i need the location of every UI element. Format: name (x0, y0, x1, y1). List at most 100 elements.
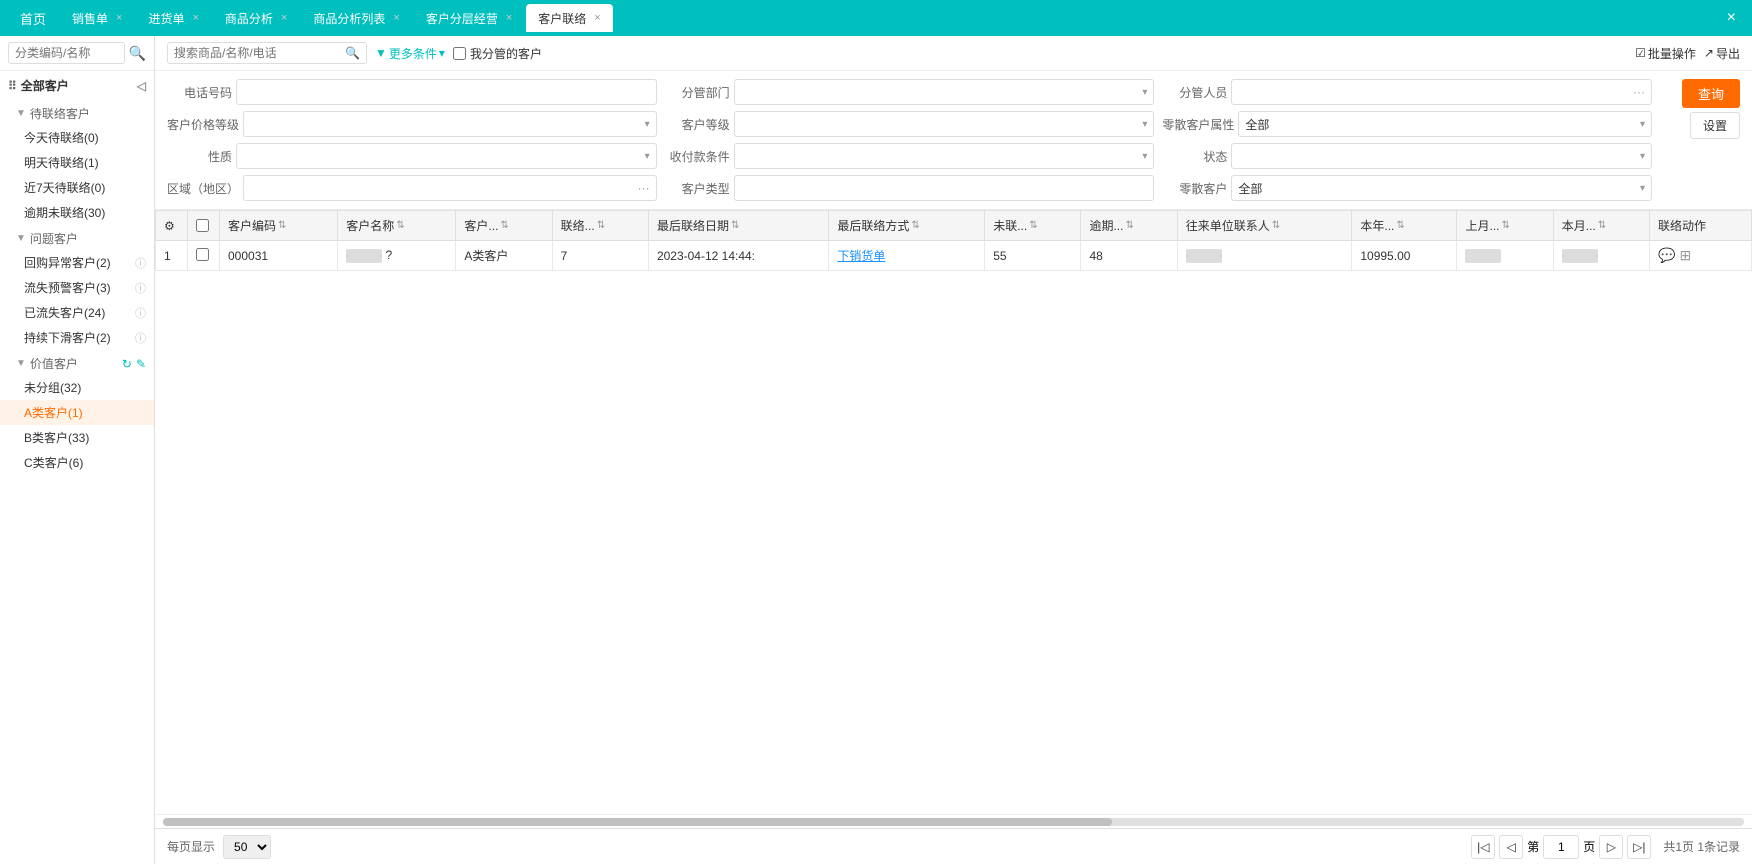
search-icon[interactable]: 🔍 (129, 45, 146, 62)
sort-icon: ⇅ (1272, 220, 1280, 231)
sort-icon: ⇅ (500, 220, 508, 231)
filter-icon: ▼ (375, 46, 387, 60)
person-label: 分管人员 (1162, 84, 1227, 101)
sidebar-item-today[interactable]: 今天待联络(0) (0, 125, 154, 150)
filter-region: 区域（地区） ··· (167, 175, 657, 201)
my-customers-checkbox[interactable]: 我分管的客户 (453, 45, 542, 62)
sidebar-search-input[interactable] (8, 42, 125, 64)
page-number-input[interactable] (1543, 835, 1579, 859)
dept-select[interactable]: ▾ (734, 79, 1155, 105)
collapse-icon[interactable]: ◁ (137, 79, 146, 93)
dept-label: 分管部门 (665, 84, 730, 101)
close-icon[interactable]: × (506, 12, 512, 24)
sidebar-item-lost[interactable]: 已流失客户(24) ⓘ (0, 300, 154, 325)
refresh-icon[interactable]: ↻ (122, 357, 132, 371)
nav-tab-purchase[interactable]: 进货单 × (136, 4, 210, 32)
all-customers-header[interactable]: ⠿ 全部客户 ◁ (0, 71, 154, 100)
row-no-days: 55 (985, 241, 1081, 271)
pending-contact-group[interactable]: ▼ 待联络客户 (0, 100, 154, 125)
scrollbar-track[interactable] (163, 818, 1744, 826)
person-input[interactable]: ··· (1231, 79, 1652, 105)
nav-tab-sales[interactable]: 销售单 × (60, 4, 134, 32)
customer-table: ⚙ 客户编码 ⇅ 客户名称 (155, 210, 1752, 271)
close-all-button[interactable]: × (1719, 9, 1744, 27)
payment-select[interactable]: ▾ (734, 143, 1155, 169)
table-header-row: ⚙ 客户编码 ⇅ 客户名称 (156, 211, 1752, 241)
checkbox-col-header[interactable] (188, 211, 220, 241)
close-icon[interactable]: × (192, 12, 198, 24)
my-customers-check[interactable] (453, 47, 466, 60)
filter-nature: 性质 ▾ (167, 143, 657, 169)
filter-person: 分管人员 ··· (1162, 79, 1652, 105)
info-icon: ⓘ (135, 255, 146, 271)
close-icon[interactable]: × (116, 12, 122, 24)
export-button[interactable]: ↗ 导出 (1704, 45, 1740, 62)
sort-icon: ⇅ (396, 220, 404, 231)
value-customer-group[interactable]: ▼ 价值客户 ↻ ✎ (0, 350, 154, 375)
first-page-button[interactable]: |◁ (1471, 835, 1495, 859)
close-icon[interactable]: × (281, 12, 287, 24)
sidebar-item-overdue[interactable]: 逾期未联络(30) (0, 200, 154, 225)
chevron-down-icon: ▾ (1142, 87, 1147, 98)
select-all-checkbox[interactable] (196, 219, 209, 232)
adv-filter: 电话号码 分管部门 ▾ 分管人员 (155, 71, 1752, 210)
filter-actions: ☑ 批量操作 ↗ 导出 (1635, 45, 1740, 62)
row-last-contact-date: 2023-04-12 14:44: (648, 241, 828, 271)
row-checkbox[interactable] (188, 241, 220, 271)
sidebar-item-tomorrow[interactable]: 明天待联络(1) (0, 150, 154, 175)
sidebar-item-declining[interactable]: 持续下滑客户(2) ⓘ (0, 325, 154, 350)
nav-tab-analysis[interactable]: 商品分析 × (213, 4, 299, 32)
settings-button[interactable]: 设置 (1690, 112, 1740, 139)
col-overdue: 逾期... ⇅ (1081, 211, 1177, 241)
more-conditions-btn[interactable]: ▼ 更多条件 ▾ (375, 45, 445, 62)
sidebar-item-unclassified[interactable]: 未分组(32) (0, 375, 154, 400)
sort-icon: ⇅ (1396, 220, 1404, 231)
col-last-contact-method: 最后联络方式 ⇅ (829, 211, 985, 241)
col-code: 客户编码 ⇅ (220, 211, 338, 241)
horizontal-scrollbar[interactable] (155, 814, 1752, 828)
checkbox-icon: ☑ (1635, 46, 1646, 60)
phone-input[interactable] (236, 79, 657, 105)
search-icon[interactable]: 🔍 (345, 46, 360, 60)
last-contact-link[interactable]: 下销货单 (837, 249, 885, 263)
nav-tab-analysis-list[interactable]: 商品分析列表 × (301, 4, 411, 32)
gear-col-header[interactable]: ⚙ (156, 211, 188, 241)
export-icon: ↗ (1704, 46, 1714, 60)
nav-tab-customer-contact[interactable]: 客户联络 × (526, 4, 612, 32)
nav-home[interactable]: 首页 (8, 4, 58, 32)
sidebar-item-abnormal-repurchase[interactable]: 回购异常客户(2) ⓘ (0, 250, 154, 275)
next-page-button[interactable]: ▷ (1599, 835, 1623, 859)
more-icon[interactable]: ⊞ (1679, 247, 1691, 264)
scatter-attr-select[interactable]: 全部 ▾ (1238, 111, 1652, 137)
edit-icon[interactable]: ✎ (136, 357, 146, 371)
filter-search-input[interactable] (174, 46, 341, 60)
prev-page-button[interactable]: ◁ (1499, 835, 1523, 859)
status-select[interactable]: ▾ (1231, 143, 1652, 169)
row-code: 000031 (220, 241, 338, 271)
scatter-customer-select[interactable]: 全部 ▾ (1231, 175, 1652, 201)
row-select-checkbox[interactable] (196, 248, 209, 261)
sidebar-item-class-c[interactable]: C类客户(6) (0, 450, 154, 475)
sidebar-item-class-b[interactable]: B类客户(33) (0, 425, 154, 450)
sort-icon: ⇅ (911, 220, 919, 231)
table-row: 1 000031 ? A类客户 7 2023-04-12 14:44: (156, 241, 1752, 271)
close-icon[interactable]: × (393, 12, 399, 24)
problem-customer-group[interactable]: ▼ 问题客户 (0, 225, 154, 250)
sidebar-item-class-a[interactable]: A类客户(1) (0, 400, 154, 425)
scrollbar-thumb[interactable] (163, 818, 1112, 826)
close-icon[interactable]: × (594, 12, 600, 24)
nav-tab-customer-layer[interactable]: 客户分层经营 × (414, 4, 524, 32)
price-level-select[interactable]: ▾ (243, 111, 657, 137)
page-size-select[interactable]: 50 (223, 835, 271, 859)
page-size-label: 每页显示 (167, 838, 215, 855)
sidebar-item-7days[interactable]: 近7天待联络(0) (0, 175, 154, 200)
contact-icon[interactable]: 💬 (1658, 247, 1675, 264)
customer-type-input[interactable] (734, 175, 1155, 201)
nature-select[interactable]: ▾ (236, 143, 657, 169)
sidebar-item-loss-warning[interactable]: 流失预警客户(3) ⓘ (0, 275, 154, 300)
batch-op-button[interactable]: ☑ 批量操作 (1635, 45, 1696, 62)
customer-level-select[interactable]: ▾ (734, 111, 1155, 137)
region-input[interactable]: ··· (243, 175, 657, 201)
last-page-button[interactable]: ▷| (1627, 835, 1651, 859)
query-button[interactable]: 查询 (1682, 79, 1740, 108)
